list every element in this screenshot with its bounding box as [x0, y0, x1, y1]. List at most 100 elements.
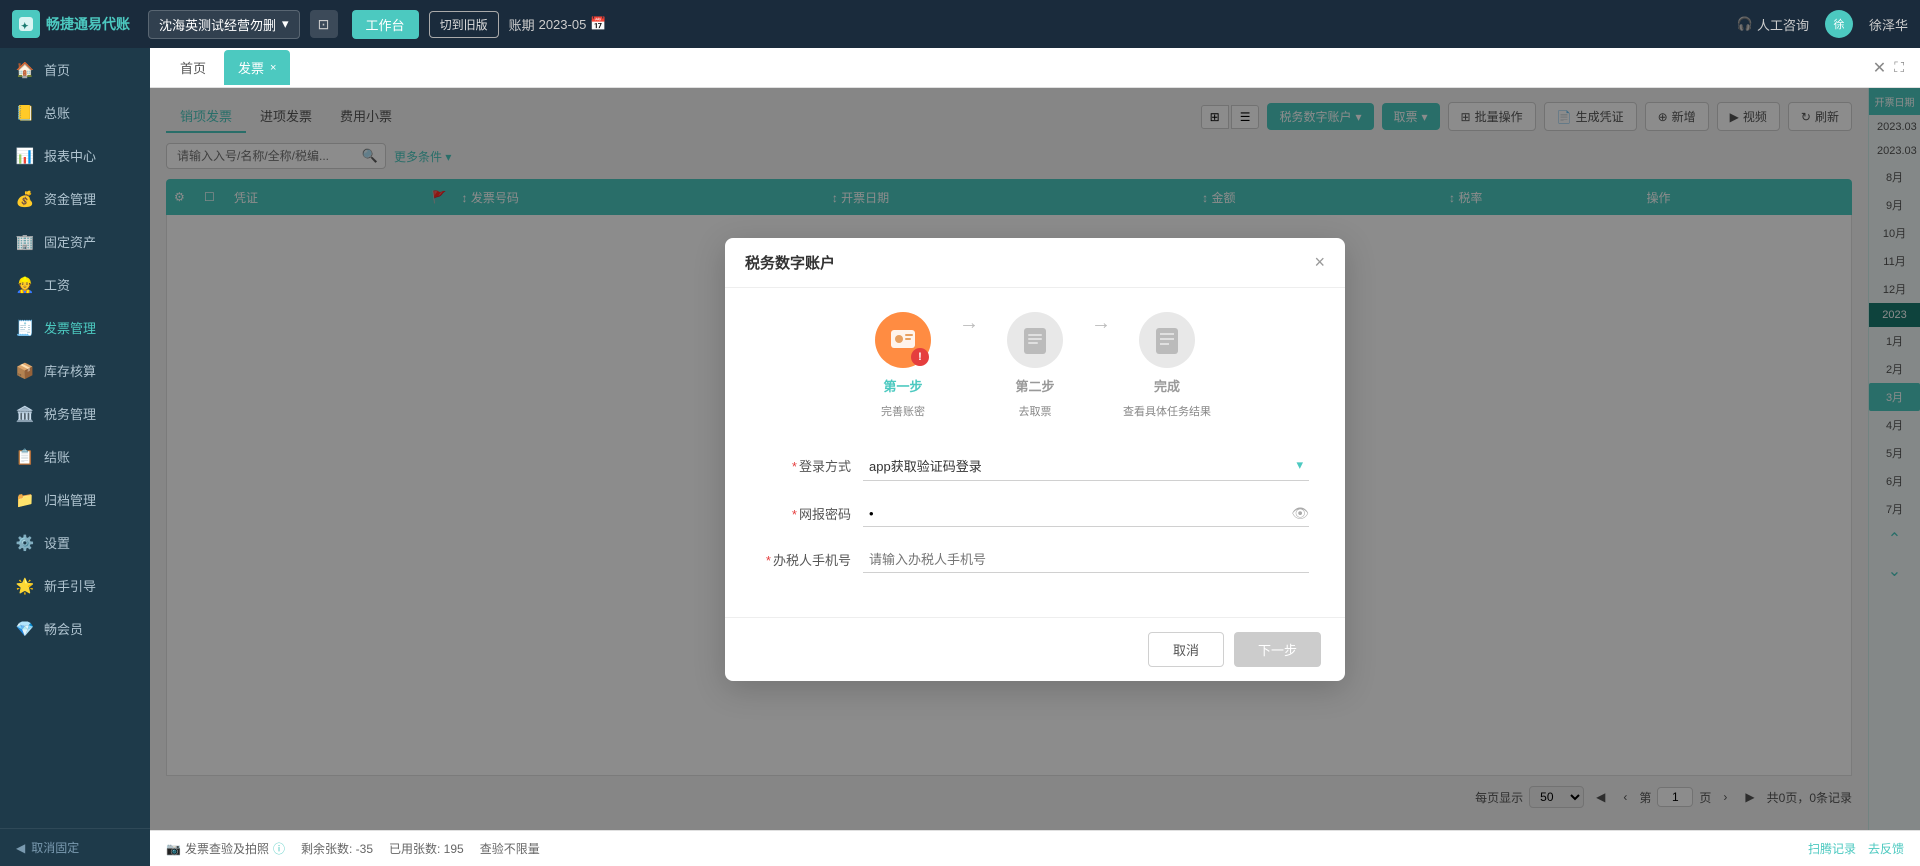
tax-icon: 🏛️: [16, 405, 34, 423]
step-1-label: 第一步: [883, 376, 922, 395]
switch-version-button[interactable]: 切到旧版: [429, 11, 499, 38]
step-1-desc: 完善账密: [881, 403, 925, 419]
invoice-check-link[interactable]: 📷 发票查验及拍照 ⓘ: [166, 840, 285, 857]
scan-records-link[interactable]: 扫腾记录: [1808, 840, 1856, 857]
sidebar-item-guide[interactable]: 🌟 新手引导: [0, 564, 150, 607]
sidebar-item-payroll[interactable]: 👷 工资: [0, 263, 150, 306]
step-2-desc: 去取票: [1019, 403, 1052, 419]
sidebar-item-member[interactable]: 💎 畅会员: [0, 607, 150, 650]
password-row: 网报密码 👁: [761, 501, 1309, 527]
phone-label: 办税人手机号: [761, 550, 851, 569]
login-method-select[interactable]: app获取验证码登录 ▾: [863, 451, 1309, 481]
step-2: 第二步 去取票: [985, 312, 1085, 419]
workbench-button[interactable]: 工作台: [352, 10, 419, 39]
content-area: 首页 发票 × ✕ ⛶: [150, 48, 1920, 866]
archive-icon: 📁: [16, 491, 34, 509]
support-link[interactable]: 🎧 人工咨询: [1737, 15, 1809, 34]
step-3-label: 完成: [1154, 376, 1180, 395]
step-arrow-1: →: [959, 312, 979, 363]
pin-icon: ◀: [16, 841, 25, 855]
member-icon: 💎: [16, 620, 34, 638]
status-right-links: 扫腾记录 去反馈: [1808, 840, 1904, 857]
toggle-password-icon[interactable]: 👁: [1291, 505, 1309, 522]
login-method-label: 登录方式: [761, 456, 851, 475]
modal-header: 税务数字账户 ×: [725, 238, 1345, 288]
modal-title: 税务数字账户: [745, 252, 835, 273]
home-icon: 🏠: [16, 61, 34, 79]
tab-bar: 首页 发票 × ✕ ⛶: [150, 48, 1920, 88]
sidebar-item-archive[interactable]: 📁 归档管理: [0, 478, 150, 521]
top-bar: ✦ 畅捷通易代账 沈海英测试经营勿删 ▾ ⊡ 工作台 切到旧版 账期 2023-…: [0, 0, 1920, 48]
remaining-count: 剩余张数: -35: [301, 840, 373, 857]
tab-invoice[interactable]: 发票 ×: [224, 50, 290, 85]
sidebar-item-ledger[interactable]: 📒 总账: [0, 91, 150, 134]
step-1-icon: !: [875, 312, 931, 368]
sidebar: 🏠 首页 📒 总账 📊 报表中心 💰 资金管理 🏢 固定资产 👷 工资: [0, 48, 150, 866]
ledger-icon: 📒: [16, 104, 34, 122]
app-logo: ✦ 畅捷通易代账: [12, 10, 130, 38]
step-1: ! 第一步 完善账密: [853, 312, 953, 419]
sidebar-item-funds[interactable]: 💰 资金管理: [0, 177, 150, 220]
feedback-link[interactable]: 去反馈: [1868, 840, 1904, 857]
sidebar-item-settings[interactable]: ⚙️ 设置: [0, 521, 150, 564]
reports-icon: 📊: [16, 147, 34, 165]
check-icon: 📷: [166, 842, 181, 856]
step-arrow-2: →: [1091, 312, 1111, 363]
step-2-label: 第二步: [1015, 376, 1054, 395]
sidebar-item-invoice[interactable]: 🧾 发票管理: [0, 306, 150, 349]
headset-icon: 🎧: [1737, 16, 1753, 32]
unchecked-label: 查验不限量: [480, 840, 540, 857]
login-method-row: 登录方式 app获取验证码登录 ▾: [761, 451, 1309, 481]
sidebar-item-inventory[interactable]: 📦 库存核算: [0, 349, 150, 392]
assets-icon: 🏢: [16, 233, 34, 251]
phone-row: 办税人手机号: [761, 547, 1309, 573]
step-2-icon: [1007, 312, 1063, 368]
inventory-icon: 📦: [16, 362, 34, 380]
step-1-badge: !: [911, 348, 929, 366]
tax-digital-account-modal: 税务数字账户 ×: [725, 238, 1345, 681]
logo-icon: ✦: [12, 10, 40, 38]
used-count: 已用张数: 195: [389, 840, 464, 857]
cancel-button[interactable]: 取消: [1148, 632, 1224, 667]
password-input-wrapper: 👁: [863, 501, 1309, 527]
period-info: 账期 2023-05 📅: [509, 15, 607, 34]
unpin-sidebar-button[interactable]: ◀ 取消固定: [0, 828, 150, 866]
maximize-window-icon[interactable]: ⛶: [1894, 59, 1904, 76]
password-input[interactable]: [863, 501, 1291, 526]
user-avatar-icon: 徐: [1825, 10, 1853, 38]
company-settings-icon[interactable]: ⊡: [310, 10, 338, 38]
payroll-icon: 👷: [16, 276, 34, 294]
close-window-icon[interactable]: ✕: [1873, 58, 1886, 78]
select-chevron-icon: ▾: [1296, 457, 1303, 473]
sidebar-item-home[interactable]: 🏠 首页: [0, 48, 150, 91]
sidebar-item-assets[interactable]: 🏢 固定资产: [0, 220, 150, 263]
steps-indicator: ! 第一步 完善账密 →: [761, 312, 1309, 419]
invoice-icon: 🧾: [16, 319, 34, 337]
modal-body: ! 第一步 完善账密 →: [725, 288, 1345, 617]
password-label: 网报密码: [761, 504, 851, 523]
top-right-area: 🎧 人工咨询 徐 徐泽华: [1737, 10, 1908, 38]
sidebar-item-tax[interactable]: 🏛️ 税务管理: [0, 392, 150, 435]
funds-icon: 💰: [16, 190, 34, 208]
step-3: 完成 查看具体任务结果: [1117, 312, 1217, 419]
username-label: 徐泽华: [1869, 15, 1908, 34]
svg-text:✦: ✦: [21, 21, 29, 31]
modal-overlay: 税务数字账户 ×: [150, 88, 1920, 830]
tab-close-icon[interactable]: ×: [270, 62, 276, 74]
modal-footer: 取消 下一步: [725, 617, 1345, 681]
next-step-button[interactable]: 下一步: [1234, 632, 1321, 667]
step-3-icon: [1139, 312, 1195, 368]
sidebar-item-settle[interactable]: 📋 结账: [0, 435, 150, 478]
tab-home[interactable]: 首页: [166, 50, 220, 85]
step-3-desc: 查看具体任务结果: [1123, 403, 1211, 419]
phone-input[interactable]: [863, 547, 1309, 573]
status-bar: 📷 发票查验及拍照 ⓘ 剩余张数: -35 已用张数: 195 查验不限量 扫腾…: [150, 830, 1920, 866]
company-selector[interactable]: 沈海英测试经营勿删 ▾: [148, 10, 300, 39]
settle-icon: 📋: [16, 448, 34, 466]
calendar-icon[interactable]: 📅: [590, 16, 606, 32]
modal-close-button[interactable]: ×: [1314, 252, 1325, 273]
guide-icon: 🌟: [16, 577, 34, 595]
info-icon: ⓘ: [273, 840, 285, 857]
sidebar-item-reports[interactable]: 📊 报表中心: [0, 134, 150, 177]
settings-icon: ⚙️: [16, 534, 34, 552]
